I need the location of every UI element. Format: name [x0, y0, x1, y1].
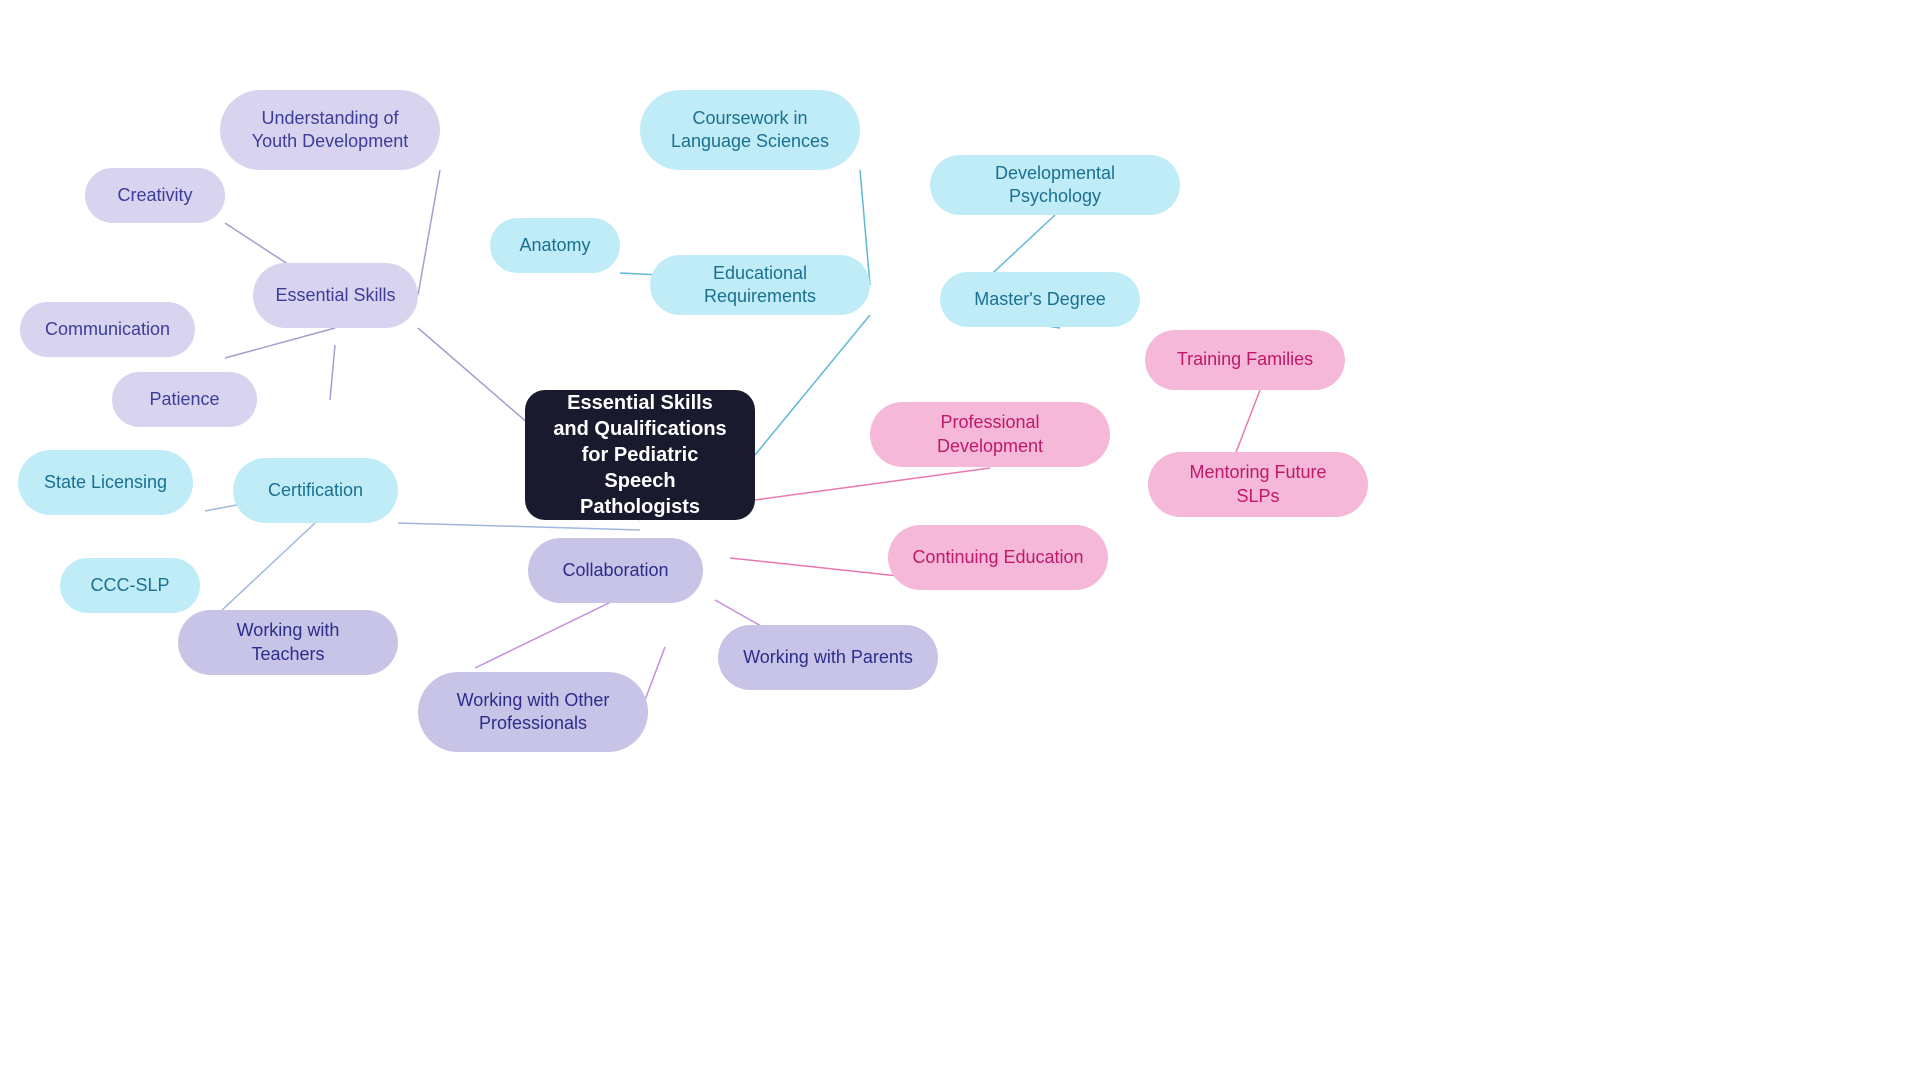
- dev-psych-node: Developmental Psychology: [930, 155, 1180, 215]
- cont-education-node: Continuing Education: [888, 525, 1108, 590]
- training-families-node: Training Families: [1145, 330, 1345, 390]
- patience-node: Patience: [112, 372, 257, 427]
- prof-dev-node: Professional Development: [870, 402, 1110, 467]
- anatomy-node: Anatomy: [490, 218, 620, 273]
- working-parents-node: Working with Parents: [718, 625, 938, 690]
- masters-node: Master's Degree: [940, 272, 1140, 327]
- working-others-node: Working with Other Professionals: [418, 672, 648, 752]
- ccc-slp-node: CCC-SLP: [60, 558, 200, 613]
- essential-skills-node: Essential Skills: [253, 263, 418, 328]
- certification-node: Certification: [233, 458, 398, 523]
- center-node: Essential Skills and Qualifications for …: [525, 390, 755, 520]
- communication-node: Communication: [20, 302, 195, 357]
- mentoring-node: Mentoring Future SLPs: [1148, 452, 1368, 517]
- creativity-node: Creativity: [85, 168, 225, 223]
- collaboration-node: Collaboration: [528, 538, 703, 603]
- state-licensing-node: State Licensing: [18, 450, 193, 515]
- youth-dev-node: Understanding of Youth Development: [220, 90, 440, 170]
- working-teachers-node: Working with Teachers: [178, 610, 398, 675]
- coursework-node: Coursework in Language Sciences: [640, 90, 860, 170]
- educational-req-node: Educational Requirements: [650, 255, 870, 315]
